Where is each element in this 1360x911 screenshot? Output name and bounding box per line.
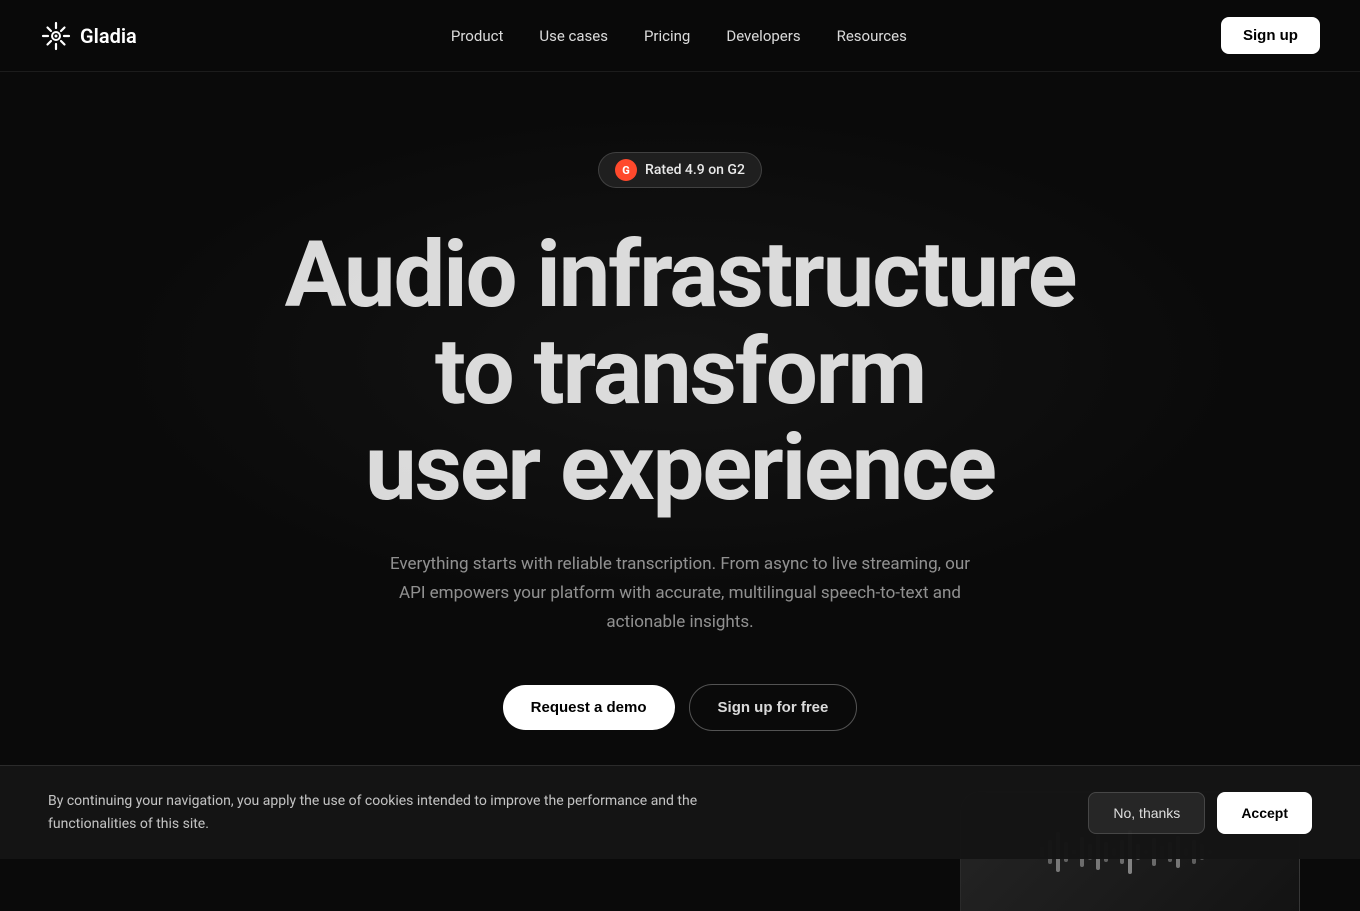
nav-link-pricing[interactable]: Pricing xyxy=(644,27,690,45)
nav-link-product[interactable]: Product xyxy=(451,27,503,45)
hero-title-line1: Audio infrastructure xyxy=(285,222,1076,329)
navbar-left: Gladia xyxy=(40,20,137,52)
hero-title-line3: user experience xyxy=(365,415,995,522)
nav-link-use-cases[interactable]: Use cases xyxy=(539,27,608,45)
nav-link-developers[interactable]: Developers xyxy=(726,27,800,45)
nav-item-developers[interactable]: Developers xyxy=(726,26,800,45)
cookie-text: By continuing your navigation, you apply… xyxy=(48,790,748,835)
hero-buttons: Request a demo Sign up for free xyxy=(503,684,858,731)
hero-section: G Rated 4.9 on G2 Audio infrastructure t… xyxy=(0,72,1360,791)
hero-title-line2: to transform xyxy=(435,319,925,426)
navbar: Gladia Product Use cases Pricing Develop… xyxy=(0,0,1360,72)
cookie-actions: No, thanks Accept xyxy=(1088,792,1312,834)
nav-link-resources[interactable]: Resources xyxy=(837,27,907,45)
request-demo-button[interactable]: Request a demo xyxy=(503,685,675,730)
hero-title: Audio infrastructure to transform user e… xyxy=(285,228,1076,518)
nav-item-pricing[interactable]: Pricing xyxy=(644,26,690,45)
signup-free-button[interactable]: Sign up for free xyxy=(689,684,858,731)
cookie-accept-button[interactable]: Accept xyxy=(1217,792,1312,834)
gladia-logo-icon xyxy=(40,20,72,52)
nav-item-resources[interactable]: Resources xyxy=(837,26,907,45)
rating-badge: G Rated 4.9 on G2 xyxy=(598,152,762,188)
navbar-nav: Product Use cases Pricing Developers Res… xyxy=(451,26,907,45)
hero-subtitle: Everything starts with reliable transcri… xyxy=(380,550,980,637)
nav-item-product[interactable]: Product xyxy=(451,26,503,45)
signup-button[interactable]: Sign up xyxy=(1221,17,1320,54)
logo-link[interactable]: Gladia xyxy=(40,20,137,52)
g2-icon: G xyxy=(615,159,637,181)
nav-item-use-cases[interactable]: Use cases xyxy=(539,26,608,45)
cookie-decline-button[interactable]: No, thanks xyxy=(1088,792,1205,834)
cookie-banner: By continuing your navigation, you apply… xyxy=(0,765,1360,859)
rating-text: Rated 4.9 on G2 xyxy=(645,162,745,178)
logo-text: Gladia xyxy=(80,24,137,48)
